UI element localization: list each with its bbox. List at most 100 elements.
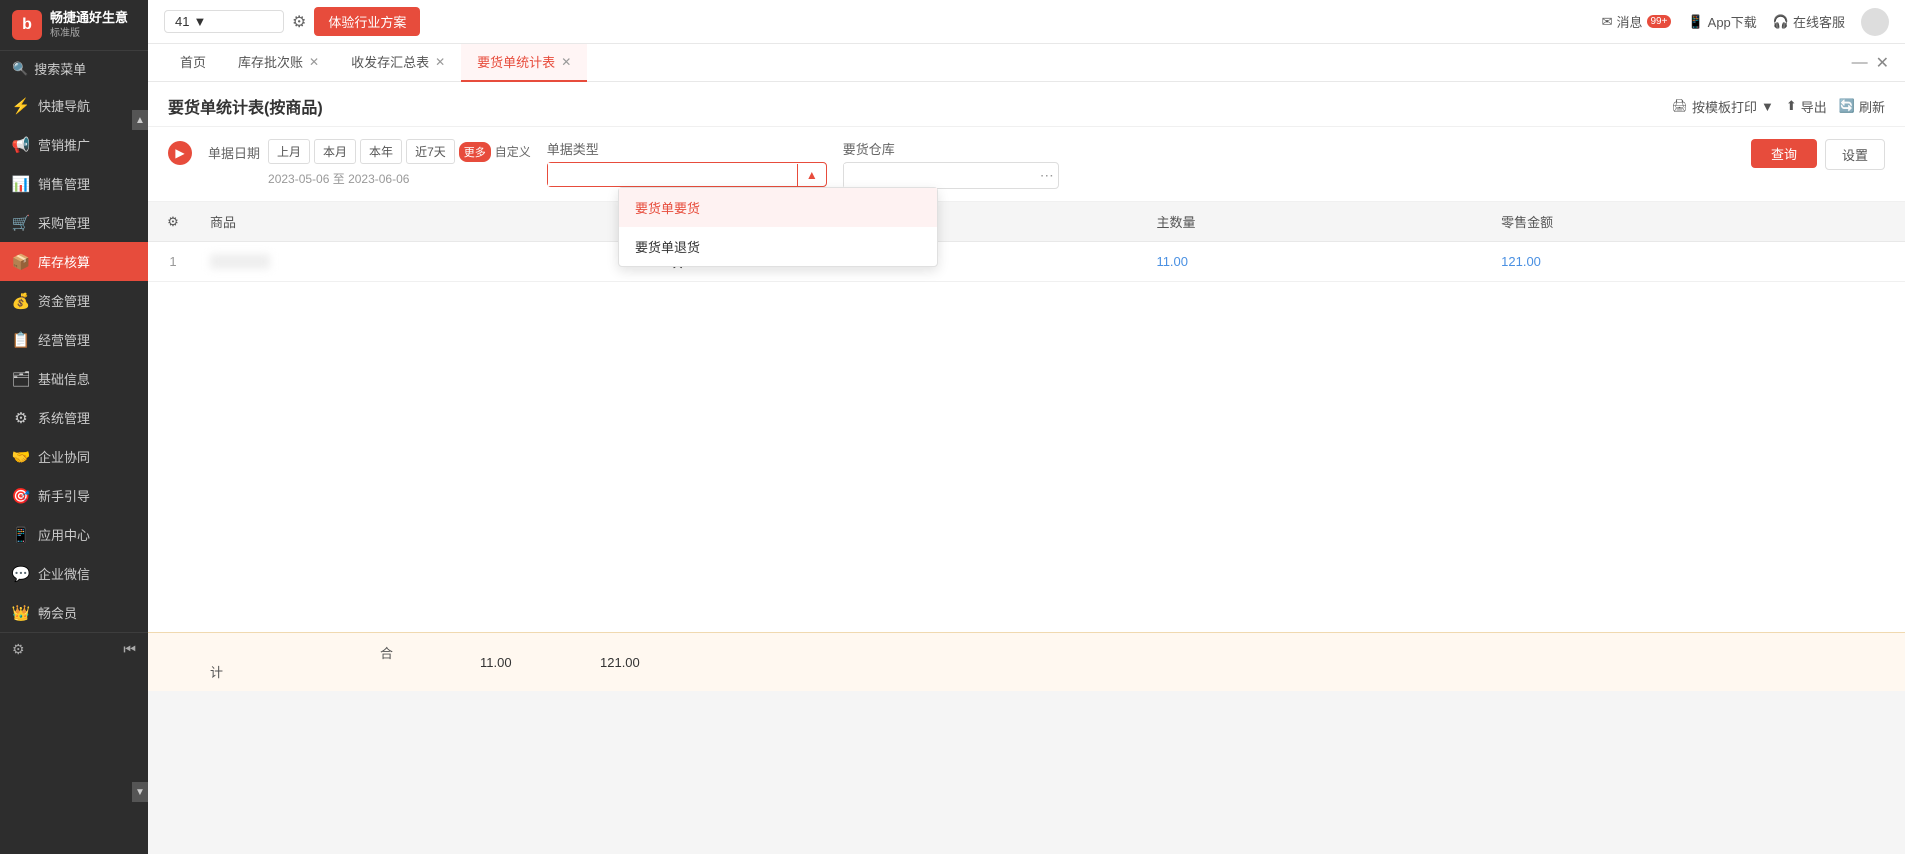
date-btn-last-7days[interactable]: 近7天 — [406, 139, 455, 164]
type-filter-dropdown-icon[interactable]: ▲ — [797, 164, 826, 186]
sidebar-scroll-down[interactable]: ▼ — [132, 782, 148, 802]
query-button[interactable]: 查询 — [1751, 139, 1817, 168]
refresh-icon: 🔄 — [1839, 98, 1855, 114]
sidebar: b 畅捷通好生意 标准版 🔍 搜索菜单 ▲ ⚡ 快捷导航 📢 营销推广 📊 销售… — [0, 0, 148, 854]
dropdown-item-order-goods[interactable]: 要货单要货 — [619, 188, 937, 227]
sidebar-item-guide[interactable]: 🎯 新手引导 — [0, 476, 148, 515]
sidebar-item-app-center[interactable]: 📱 应用中心 — [0, 515, 148, 554]
export-button[interactable]: ⬆ 导出 — [1786, 97, 1827, 116]
app-download-icon: 📱 — [1687, 14, 1703, 30]
date-shortcuts: 上月 本月 本年 近7天 更多 自定义 — [268, 139, 531, 164]
app-version: 标准版 — [50, 27, 128, 40]
date-custom-button[interactable]: 自定义 — [495, 143, 531, 160]
table-container: ⚙ 商品 主计量单位 主数量 零 — [148, 202, 1905, 282]
row-quantity: 11.00 — [1144, 242, 1489, 282]
warehouse-filter-group: 要货仓库 ⋯ — [843, 139, 1059, 189]
main-area: 41 ▼ ⚙ 体验行业方案 ✉ 消息 99+ 📱 App下载 🎧 在线客服 — [148, 0, 1905, 854]
footer-total-label: 合计 — [210, 646, 393, 680]
table-row: 1 块 11.00 121.00 — [148, 242, 1905, 282]
close-all-tabs-icon[interactable]: ✕ — [1876, 53, 1889, 73]
online-service-button[interactable]: 🎧 在线客服 — [1773, 12, 1845, 31]
date-btn-this-year[interactable]: 本年 — [360, 139, 402, 164]
sidebar-item-purchase[interactable]: 🛒 采购管理 — [0, 203, 148, 242]
sidebar-item-wechat[interactable]: 💬 企业微信 — [0, 554, 148, 593]
expand-filter-button[interactable]: ▶ — [168, 141, 192, 165]
quick-nav-icon: ⚡ — [12, 97, 30, 115]
sidebar-gear-icon[interactable]: ⚙ — [12, 641, 25, 658]
empty-space — [148, 282, 1905, 632]
sidebar-item-marketing[interactable]: 📢 营销推广 — [0, 125, 148, 164]
date-btn-last-month[interactable]: 上月 — [268, 139, 310, 164]
sidebar-item-label: 库存核算 — [38, 252, 90, 271]
sidebar-collapse-icon[interactable]: ⏮ — [123, 641, 136, 658]
tab-summary[interactable]: 收发存汇总表 ✕ — [335, 44, 461, 82]
topbar-left: 41 ▼ ⚙ 体验行业方案 — [164, 7, 1590, 36]
sidebar-item-basic[interactable]: 🗂 基础信息 — [0, 359, 148, 398]
content-area: 要货单统计表(按商品) 🖨 按模板打印 ▼ ⬆ 导出 🔄 刷新 — [148, 82, 1905, 854]
topbar-gear-icon[interactable]: ⚙ — [292, 12, 306, 32]
type-filter-input[interactable] — [548, 163, 797, 186]
tab-inventory-batch-label: 库存批次账 — [238, 52, 303, 71]
sidebar-item-finance[interactable]: 💰 资金管理 — [0, 281, 148, 320]
refresh-label: 刷新 — [1859, 97, 1885, 116]
sidebar-item-label: 系统管理 — [38, 408, 90, 427]
sidebar-item-member[interactable]: 👑 畅会员 — [0, 593, 148, 632]
sidebar-search[interactable]: 🔍 搜索菜单 — [0, 51, 148, 86]
warehouse-filter-input-wrapper: ⋯ — [843, 162, 1059, 189]
sidebar-settings-bar: ⚙ ⏮ — [0, 632, 148, 666]
col-amount: 零售金额 — [1489, 202, 1905, 242]
print-icon: 🖨 — [1671, 98, 1688, 114]
close-tab-order-stats[interactable]: ✕ — [561, 55, 571, 69]
type-dropdown: 要货单要货 要货单退货 — [618, 187, 938, 267]
sidebar-item-system[interactable]: ⚙ 系统管理 — [0, 398, 148, 437]
sidebar-search-label: 搜索菜单 — [34, 59, 86, 78]
minimize-icon[interactable]: — — [1852, 54, 1868, 72]
column-settings-icon[interactable]: ⚙ — [167, 214, 179, 229]
export-label: 导出 — [1801, 97, 1827, 116]
app-logo-icon: b — [12, 10, 42, 40]
tab-inventory-batch[interactable]: 库存批次账 ✕ — [222, 44, 335, 82]
app-download-label: App下载 — [1708, 12, 1757, 31]
page: 要货单统计表(按商品) 🖨 按模板打印 ▼ ⬆ 导出 🔄 刷新 — [148, 82, 1905, 691]
type-filter-label: 单据类型 — [547, 139, 827, 158]
close-tab-summary[interactable]: ✕ — [435, 55, 445, 69]
purchase-icon: 🛒 — [12, 214, 30, 232]
sidebar-item-cooperation[interactable]: 🤝 企业协同 — [0, 437, 148, 476]
company-number: 41 — [175, 14, 189, 29]
warehouse-filter-label: 要货仓库 — [843, 139, 1059, 158]
tab-order-stats[interactable]: 要货单统计表 ✕ — [461, 44, 587, 82]
tab-home[interactable]: 首页 — [164, 44, 222, 82]
print-button[interactable]: 🖨 按模板打印 ▼ — [1671, 97, 1773, 116]
tab-home-label: 首页 — [180, 52, 206, 71]
sidebar-item-label: 企业微信 — [38, 564, 90, 583]
close-tab-inventory-batch[interactable]: ✕ — [309, 55, 319, 69]
sidebar-item-label: 快捷导航 — [38, 96, 90, 115]
cooperation-icon: 🤝 — [12, 448, 30, 466]
tabs-right: — ✕ — [1852, 53, 1889, 73]
finance-icon: 💰 — [12, 292, 30, 310]
trial-button[interactable]: 体验行业方案 — [314, 7, 420, 36]
sidebar-item-operations[interactable]: 📋 经营管理 — [0, 320, 148, 359]
filter-settings-button[interactable]: 设置 — [1825, 139, 1885, 170]
warehouse-filter-more-icon[interactable]: ⋯ — [1036, 163, 1058, 188]
date-more-badge[interactable]: 更多 — [459, 142, 491, 162]
sidebar-item-inventory[interactable]: 📦 库存核算 — [0, 242, 148, 281]
refresh-button[interactable]: 🔄 刷新 — [1839, 97, 1885, 116]
message-button[interactable]: ✉ 消息 99+ — [1602, 12, 1672, 31]
dropdown-item-return-goods[interactable]: 要货单退货 — [619, 227, 937, 266]
company-selector[interactable]: 41 ▼ — [164, 10, 284, 33]
app-download-button[interactable]: 📱 App下载 — [1687, 12, 1756, 31]
sales-icon: 📊 — [12, 175, 30, 193]
filter-right-buttons: 查询 设置 — [1751, 139, 1885, 170]
sidebar-item-label: 基础信息 — [38, 369, 90, 388]
user-avatar[interactable] — [1861, 8, 1889, 36]
warehouse-filter-input[interactable] — [844, 164, 1036, 187]
col-settings[interactable]: ⚙ — [148, 202, 198, 242]
sidebar-item-sales[interactable]: 📊 销售管理 — [0, 164, 148, 203]
date-btn-this-month[interactable]: 本月 — [314, 139, 356, 164]
wechat-icon: 💬 — [12, 565, 30, 583]
sidebar-item-quick-nav[interactable]: ⚡ 快捷导航 — [0, 86, 148, 125]
service-icon: 🎧 — [1773, 14, 1789, 30]
message-label: 消息 — [1616, 12, 1642, 31]
app-center-icon: 📱 — [12, 526, 30, 544]
